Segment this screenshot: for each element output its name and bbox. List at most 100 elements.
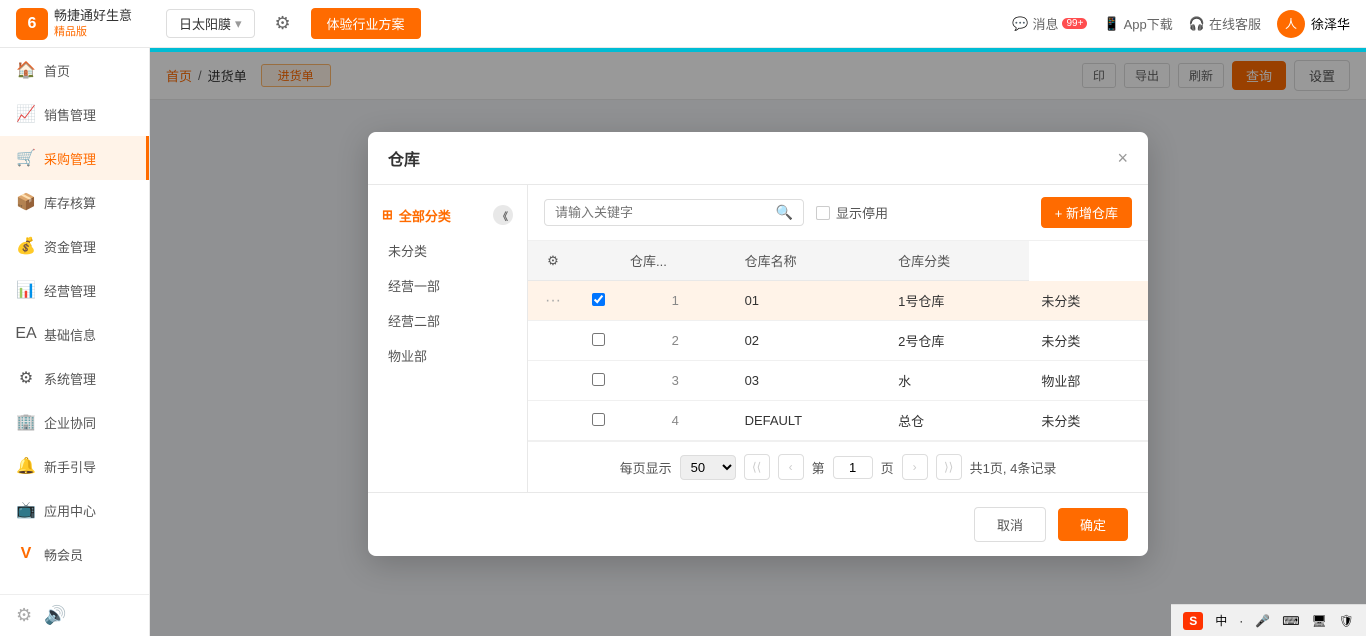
confirm-button[interactable]: 确定	[1058, 508, 1128, 541]
category-item-ops1[interactable]: 经营一部	[368, 268, 527, 303]
page-number-input[interactable]	[833, 456, 873, 479]
sidebar-item-home[interactable]: 🏠 首页	[0, 48, 149, 92]
trial-button[interactable]: 体验行业方案	[311, 8, 421, 39]
online-service-item[interactable]: 🎧 在线客服	[1189, 14, 1261, 33]
th-settings: ⚙	[528, 241, 578, 281]
table-row[interactable]: 2 02 2号仓库 未分类	[528, 321, 1148, 361]
new-warehouse-button[interactable]: + 新增仓库	[1041, 197, 1132, 228]
table-header-row: ⚙ 仓库... 仓库名称	[528, 241, 1148, 281]
taskbar-monitor-icon[interactable]: 🖥	[1312, 614, 1327, 628]
inventory-icon: 📦	[16, 192, 36, 212]
row-checkbox-cell[interactable]	[578, 361, 618, 401]
sidebar-item-app-center[interactable]: 📺 应用中心	[0, 488, 149, 532]
collapse-button[interactable]: 《	[493, 205, 513, 225]
sidebar-volume-icon[interactable]: 🔊	[44, 605, 66, 626]
last-page-button[interactable]: ⟩⟩	[936, 454, 962, 480]
table-row[interactable]: 4 DEFAULT 总仓 未分类	[528, 401, 1148, 441]
show-disabled-option: 显示停用	[816, 203, 888, 222]
category-item-property[interactable]: 物业部	[368, 338, 527, 373]
search-icon[interactable]: 🔍	[776, 204, 793, 221]
main-layout: 🏠 首页 📈 销售管理 🛒 采购管理 📦 库存核算 💰 资金管理 📊 经营管理 …	[0, 48, 1366, 636]
row-checkbox[interactable]	[592, 293, 605, 306]
sidebar-item-basic-info[interactable]: EA 基础信息	[0, 312, 149, 356]
row-checkbox[interactable]	[592, 413, 605, 426]
taskbar-s-icon: S	[1183, 612, 1203, 630]
pagination: 每页显示 50 100 ⟨⟨ ‹ 第 页 ›	[528, 441, 1148, 492]
membership-icon: V	[16, 544, 36, 564]
th-checkbox	[578, 241, 618, 281]
phone-icon: 📱	[1103, 16, 1119, 32]
row-gear-cell[interactable]	[528, 401, 578, 441]
show-disabled-checkbox[interactable]	[816, 206, 830, 220]
purchase-icon: 🛒	[16, 148, 36, 168]
modal-overlay: 仓库 × ⊞ 全部分类 《 未分类 经营一部	[150, 52, 1366, 636]
enterprise-icon: 🏢	[16, 412, 36, 432]
basic-info-icon: EA	[16, 324, 36, 344]
modal-close-button[interactable]: ×	[1117, 148, 1128, 169]
modal-title: 仓库	[388, 146, 420, 170]
sidebar-item-system[interactable]: ⚙ 系统管理	[0, 356, 149, 400]
first-page-button[interactable]: ⟨⟨	[744, 454, 770, 480]
table-row[interactable]: ··· 1 01 1号仓库 未分类	[528, 281, 1148, 321]
row-category: 未分类	[1029, 281, 1148, 321]
table-row[interactable]: 3 03 水 物业部	[528, 361, 1148, 401]
row-code: DEFAULT	[733, 401, 887, 441]
row-checkbox-cell[interactable]	[578, 321, 618, 361]
warehouse-modal: 仓库 × ⊞ 全部分类 《 未分类 经营一部	[368, 132, 1148, 556]
user-info[interactable]: 人 徐泽华	[1277, 10, 1350, 38]
sidebar-item-finance[interactable]: 💰 资金管理	[0, 224, 149, 268]
cancel-button[interactable]: 取消	[974, 507, 1046, 542]
modal-toolbar: 🔍 显示停用 + 新增仓库	[528, 185, 1148, 241]
row-index: 4	[618, 401, 733, 441]
all-category-header[interactable]: ⊞ 全部分类 《	[368, 197, 527, 233]
row-checkbox-cell[interactable]	[578, 281, 618, 321]
search-input[interactable]	[555, 205, 770, 220]
app-center-icon: 📺	[16, 500, 36, 520]
row-name: 1号仓库	[886, 281, 1029, 321]
category-item-unclassified[interactable]: 未分类	[368, 233, 527, 268]
notification-item[interactable]: 💬 消息 99+	[1012, 14, 1087, 33]
row-category: 物业部	[1029, 361, 1148, 401]
content-area: 首页 / 进货单 进货单 印 导出 刷新 查询 设置	[150, 52, 1366, 636]
taskbar: S 中 · 🎤 ⌨ 🖥 🛡	[1171, 604, 1366, 636]
operations-icon: 📊	[16, 280, 36, 300]
sidebar-item-operations[interactable]: 📊 经营管理	[0, 268, 149, 312]
row-index: 1	[618, 281, 733, 321]
search-box[interactable]: 🔍	[544, 199, 804, 226]
per-page-select[interactable]: 50 100	[680, 455, 736, 480]
taskbar-keyboard-icon[interactable]: ⌨	[1282, 614, 1299, 628]
taskbar-shield-icon[interactable]: 🛡	[1339, 614, 1354, 628]
sidebar-item-guide[interactable]: 🔔 新手引导	[0, 444, 149, 488]
sidebar-item-enterprise[interactable]: 🏢 企业协同	[0, 400, 149, 444]
row-index: 3	[618, 361, 733, 401]
sidebar-item-membership[interactable]: V 畅会员	[0, 532, 149, 576]
sidebar-item-purchase[interactable]: 🛒 采购管理	[0, 136, 149, 180]
store-selector[interactable]: 日太阳膜 ▾	[166, 9, 255, 38]
sales-icon: 📈	[16, 104, 36, 124]
modal-footer: 取消 确定	[368, 492, 1148, 556]
page-label-pre: 第	[812, 458, 825, 477]
prev-page-button[interactable]: ‹	[778, 454, 804, 480]
row-gear-cell[interactable]	[528, 361, 578, 401]
row-gear-cell[interactable]: ···	[528, 281, 578, 321]
category-item-ops2[interactable]: 经营二部	[368, 303, 527, 338]
taskbar-dot-icon: ·	[1239, 614, 1243, 628]
settings-icon[interactable]: ⚙	[267, 8, 299, 40]
sidebar-item-sales[interactable]: 📈 销售管理	[0, 92, 149, 136]
taskbar-mic-icon[interactable]: 🎤	[1255, 614, 1270, 628]
row-checkbox[interactable]	[592, 333, 605, 346]
row-checkbox[interactable]	[592, 373, 605, 386]
row-checkbox-cell[interactable]	[578, 401, 618, 441]
finance-icon: 💰	[16, 236, 36, 256]
chevron-down-icon: ▾	[235, 16, 242, 32]
taskbar-cn-icon[interactable]: 中	[1215, 612, 1227, 629]
modal-header: 仓库 ×	[368, 132, 1148, 185]
row-gear-cell[interactable]	[528, 321, 578, 361]
app-download-item[interactable]: 📱 App下载	[1103, 14, 1172, 33]
sidebar-item-inventory[interactable]: 📦 库存核算	[0, 180, 149, 224]
guide-icon: 🔔	[16, 456, 36, 476]
message-icon: 💬	[1012, 16, 1028, 32]
row-menu-button[interactable]: ···	[545, 292, 561, 310]
next-page-button[interactable]: ›	[902, 454, 928, 480]
sidebar-settings-icon[interactable]: ⚙	[16, 605, 32, 626]
